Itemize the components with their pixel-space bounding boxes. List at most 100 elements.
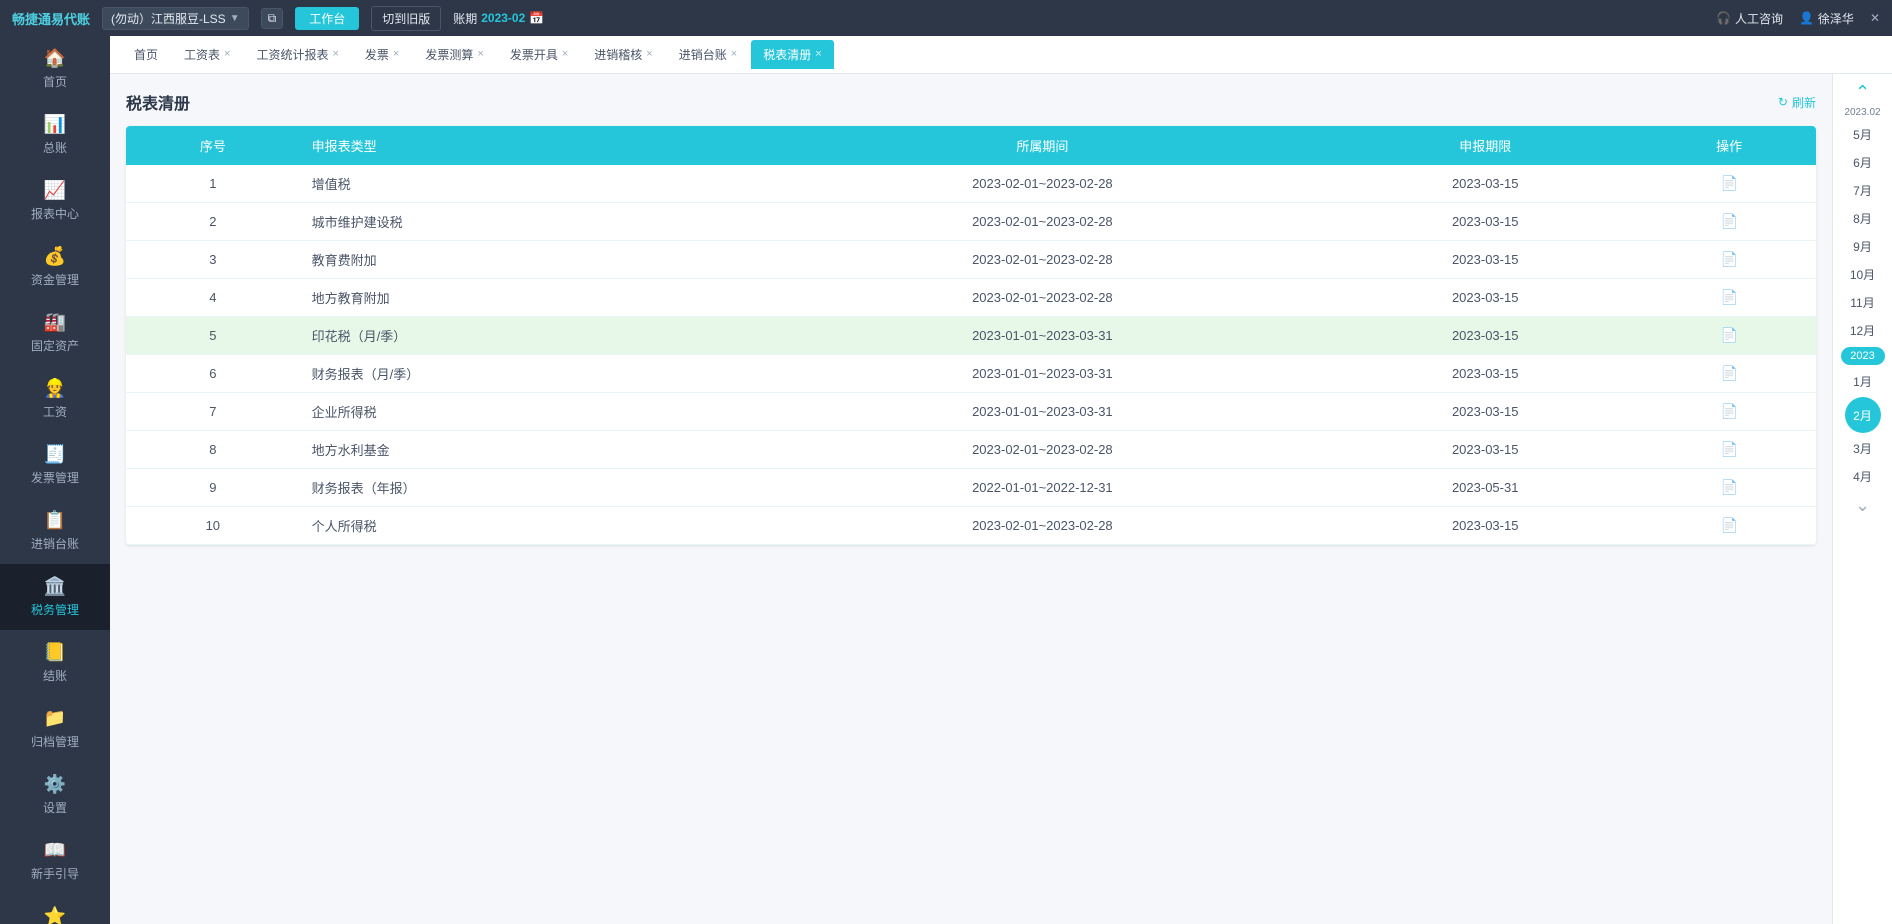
- copy-icon-btn[interactable]: ⧉: [261, 8, 284, 29]
- timeline-up-button[interactable]: ⌃: [1855, 82, 1870, 103]
- tab-label-4: 发票测算: [425, 46, 473, 63]
- sidebar-icon-7: 📋: [44, 510, 66, 531]
- timeline-item-before-4[interactable]: 9月: [1841, 233, 1885, 260]
- calendar-icon[interactable]: 📅: [529, 11, 544, 25]
- customer-service[interactable]: 🎧 人工咨询: [1716, 10, 1783, 27]
- tab-label-5: 发票开具: [510, 46, 558, 63]
- sidebar-item-5[interactable]: 👷 工资: [0, 366, 110, 432]
- tab-5[interactable]: 发票开具 ×: [498, 40, 580, 69]
- tab-2[interactable]: 工资统计报表×: [244, 40, 350, 69]
- main-layout: 🏠 首页 📊 总账 📈 报表中心 💰 资金管理 🏭 固定资产 👷 工资 🧾 发票…: [0, 36, 1892, 924]
- cell-action[interactable]: 📄: [1642, 469, 1816, 507]
- action-icon[interactable]: 📄: [1720, 441, 1737, 457]
- cell-action[interactable]: 📄: [1642, 203, 1816, 241]
- action-icon[interactable]: 📄: [1720, 403, 1737, 419]
- sidebar-item-6[interactable]: 🧾 发票管理: [0, 432, 110, 498]
- action-icon[interactable]: 📄: [1720, 213, 1737, 229]
- tab-close-6[interactable]: ×: [646, 49, 652, 60]
- action-icon[interactable]: 📄: [1720, 251, 1737, 267]
- workbench-button[interactable]: 工作台: [295, 7, 359, 30]
- close-icon[interactable]: ✕: [1870, 11, 1880, 25]
- timeline-item-before-3[interactable]: 8月: [1841, 205, 1885, 232]
- sidebar-item-1[interactable]: 📊 总账: [0, 102, 110, 168]
- timeline-item-before-7[interactable]: 12月: [1841, 317, 1885, 344]
- cell-action[interactable]: 📄: [1642, 355, 1816, 393]
- sidebar-item-12[interactable]: 📖 新手引导: [0, 828, 110, 894]
- cell-action[interactable]: 📄: [1642, 317, 1816, 355]
- switch-old-button[interactable]: 切到旧版: [371, 6, 441, 31]
- cell-action[interactable]: 📄: [1642, 241, 1816, 279]
- action-icon[interactable]: 📄: [1720, 289, 1737, 305]
- user-profile[interactable]: 👤 徐泽华: [1799, 10, 1854, 27]
- cell-id: 2: [126, 203, 300, 241]
- cell-action[interactable]: 📄: [1642, 393, 1816, 431]
- tab-close-5[interactable]: ×: [562, 49, 568, 60]
- sidebar-item-10[interactable]: 📁 归档管理: [0, 696, 110, 762]
- cell-period: 2023-02-01~2023-02-28: [757, 507, 1328, 545]
- sidebar-item-0[interactable]: 🏠 首页: [0, 36, 110, 102]
- action-icon[interactable]: 📄: [1720, 479, 1737, 495]
- timeline-item-after-0[interactable]: 1月: [1841, 368, 1885, 395]
- page-title: 税表清册: [126, 90, 190, 114]
- sidebar-item-9[interactable]: 📒 结账: [0, 630, 110, 696]
- tab-0[interactable]: 首页: [122, 40, 170, 69]
- sidebar-label-10: 归档管理: [31, 733, 79, 750]
- action-icon[interactable]: 📄: [1720, 365, 1737, 381]
- sidebar-item-8[interactable]: 🏛️ 税务管理: [0, 564, 110, 630]
- timeline-item-before-2[interactable]: 7月: [1841, 177, 1885, 204]
- app-logo: 畅捷通易代账: [12, 9, 90, 28]
- sidebar-icon-3: 💰: [44, 246, 66, 267]
- sidebar-item-11[interactable]: ⚙️ 设置: [0, 762, 110, 828]
- timeline-year-active[interactable]: 2023: [1841, 347, 1885, 365]
- col-header-2: 所属期间: [757, 126, 1328, 165]
- tab-8[interactable]: 税表清册×: [751, 40, 833, 69]
- cell-action[interactable]: 📄: [1642, 431, 1816, 469]
- tab-label-0: 首页: [134, 46, 158, 63]
- sidebar-icon-2: 📈: [44, 180, 66, 201]
- cell-action[interactable]: 📄: [1642, 165, 1816, 203]
- tab-3[interactable]: 发票 ×: [353, 40, 411, 69]
- tab-close-7[interactable]: ×: [731, 49, 737, 60]
- tab-close-2[interactable]: ×: [332, 49, 338, 60]
- action-icon[interactable]: 📄: [1720, 517, 1737, 533]
- sidebar-item-13[interactable]: ⭐ 畅会员: [0, 894, 110, 924]
- timeline-item-before-6[interactable]: 11月: [1841, 289, 1885, 316]
- sidebar-item-2[interactable]: 📈 报表中心: [0, 168, 110, 234]
- timeline-item-after-2[interactable]: 3月: [1841, 435, 1885, 462]
- sidebar-label-3: 资金管理: [31, 271, 79, 288]
- sidebar-label-8: 税务管理: [31, 601, 79, 618]
- timeline-item-before-0[interactable]: 5月: [1841, 121, 1885, 148]
- cell-deadline: 2023-03-15: [1328, 507, 1642, 545]
- action-icon[interactable]: 📄: [1720, 327, 1737, 343]
- tab-7[interactable]: 进销台账×: [667, 40, 749, 69]
- timeline-item-before-5[interactable]: 10月: [1841, 261, 1885, 288]
- tab-4[interactable]: 发票测算 ×: [413, 40, 495, 69]
- sidebar-item-3[interactable]: 💰 资金管理: [0, 234, 110, 300]
- tab-close-1[interactable]: ×: [224, 49, 230, 60]
- table-row: 1 增值税 2023-02-01~2023-02-28 2023-03-15 📄: [126, 165, 1816, 203]
- tab-label-3: 发票: [365, 46, 389, 63]
- cell-type: 地方教育附加: [300, 279, 757, 317]
- timeline-item-before-1[interactable]: 6月: [1841, 149, 1885, 176]
- cell-id: 8: [126, 431, 300, 469]
- tab-close-8[interactable]: ×: [815, 49, 821, 60]
- tab-close-3[interactable]: ×: [393, 49, 399, 60]
- action-icon[interactable]: 📄: [1720, 175, 1737, 191]
- sidebar-item-7[interactable]: 📋 进销台账: [0, 498, 110, 564]
- tab-close-4[interactable]: ×: [477, 49, 483, 60]
- cell-action[interactable]: 📄: [1642, 279, 1816, 317]
- tab-label-6: 进销稽核: [594, 46, 642, 63]
- sidebar-item-4[interactable]: 🏭 固定资产: [0, 300, 110, 366]
- cell-action[interactable]: 📄: [1642, 507, 1816, 545]
- timeline-item-after-1[interactable]: 2月: [1845, 397, 1881, 433]
- cell-id: 6: [126, 355, 300, 393]
- col-header-4: 操作: [1642, 126, 1816, 165]
- refresh-button[interactable]: ↻ 刷新: [1778, 94, 1816, 111]
- timeline-down-button[interactable]: ⌄: [1855, 495, 1870, 516]
- tab-6[interactable]: 进销稽核 ×: [582, 40, 664, 69]
- avatar: 👤: [1799, 11, 1814, 25]
- company-selector[interactable]: (勿动）江西服豆-LSS ▼: [102, 7, 249, 30]
- tab-1[interactable]: 工资表×: [172, 40, 242, 69]
- cell-period: 2023-02-01~2023-02-28: [757, 241, 1328, 279]
- timeline-item-after-3[interactable]: 4月: [1841, 463, 1885, 490]
